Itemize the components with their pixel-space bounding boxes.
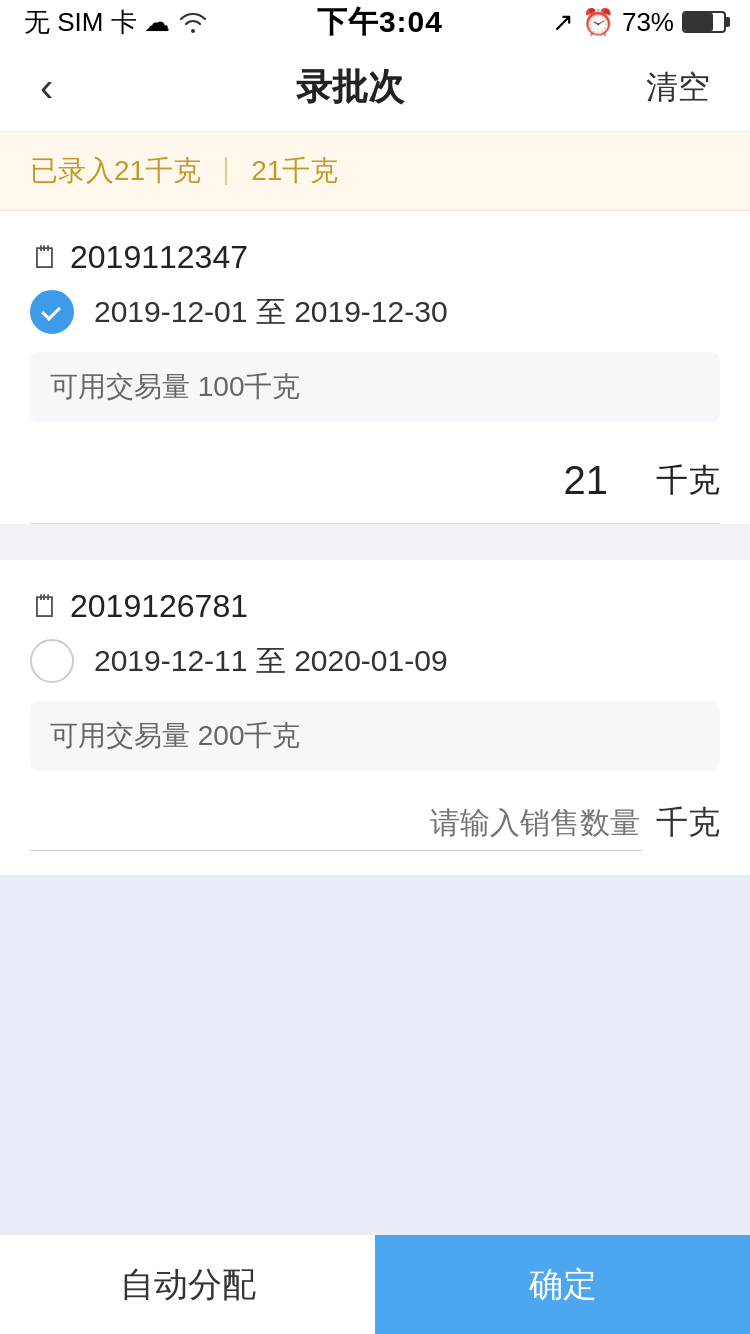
batch1-qty-unit: 千克 xyxy=(656,459,720,503)
content-area: 已录入21千克 21千克 🗒 2019112347 2019-12-01 至 2… xyxy=(0,132,750,1334)
battery-icon xyxy=(682,11,726,33)
confirm-button[interactable]: 确定 xyxy=(375,1235,750,1334)
batch2-radio[interactable] xyxy=(30,639,74,683)
clock-icon: ⏰ xyxy=(582,7,614,38)
batch-card-1: 🗒 2019112347 2019-12-01 至 2019-12-30 可用交… xyxy=(0,211,750,524)
batch1-available-qty: 可用交易量 100千克 xyxy=(30,352,720,422)
status-time: 下午3:04 xyxy=(317,2,443,43)
sim-label: 无 SIM 卡 ☁ xyxy=(24,5,170,40)
section-divider-1 xyxy=(0,544,750,560)
nav-bar: ‹ 录批次 清空 xyxy=(0,44,750,132)
batch1-qty-value: 21 xyxy=(548,458,608,503)
batch1-id: 2019112347 xyxy=(70,239,248,276)
status-left: 无 SIM 卡 ☁ xyxy=(24,5,208,40)
bottom-bar: 自动分配 确定 xyxy=(0,1234,750,1334)
batch2-date-row[interactable]: 2019-12-11 至 2020-01-09 xyxy=(30,639,720,683)
total-label: 21千克 xyxy=(251,152,338,190)
auto-distribute-button[interactable]: 自动分配 xyxy=(0,1235,375,1334)
batch2-qty-unit: 千克 xyxy=(656,801,720,845)
batch2-qty-input[interactable] xyxy=(260,806,640,840)
batch1-qty-row: 21 千克 xyxy=(0,442,750,523)
batch1-radio[interactable] xyxy=(30,290,74,334)
wifi-icon xyxy=(178,11,208,33)
battery-percent: 73% xyxy=(622,7,674,38)
batch1-id-row: 🗒 2019112347 xyxy=(30,239,720,276)
batch2-doc-icon: 🗒 xyxy=(30,590,60,624)
batch1-date: 2019-12-01 至 2019-12-30 xyxy=(94,292,448,333)
batch2-date: 2019-12-11 至 2020-01-09 xyxy=(94,641,448,682)
batch1-date-row[interactable]: 2019-12-01 至 2019-12-30 xyxy=(30,290,720,334)
batch2-underline xyxy=(30,850,642,851)
status-right: ↗ ⏰ 73% xyxy=(552,7,726,38)
batch1-doc-icon: 🗒 xyxy=(30,241,60,275)
status-bar: 无 SIM 卡 ☁ 下午3:04 ↗ ⏰ 73% xyxy=(0,0,750,44)
batch2-available-qty: 可用交易量 200千克 xyxy=(30,701,720,771)
summary-banner: 已录入21千克 21千克 xyxy=(0,132,750,211)
batch2-id-row: 🗒 2019126781 xyxy=(30,588,720,625)
back-button[interactable]: ‹ xyxy=(30,55,63,120)
recorded-label: 已录入21千克 xyxy=(30,152,201,190)
batch1-underline xyxy=(30,523,720,524)
summary-divider xyxy=(225,157,227,185)
empty-area xyxy=(0,875,750,1255)
batch-card-2: 🗒 2019126781 2019-12-11 至 2020-01-09 可用交… xyxy=(0,560,750,875)
batch2-id: 2019126781 xyxy=(70,588,248,625)
page-title: 录批次 xyxy=(296,63,404,112)
batch2-qty-row: 千克 xyxy=(0,791,750,875)
clear-button[interactable]: 清空 xyxy=(636,56,720,120)
location-icon: ↗ xyxy=(552,7,574,38)
